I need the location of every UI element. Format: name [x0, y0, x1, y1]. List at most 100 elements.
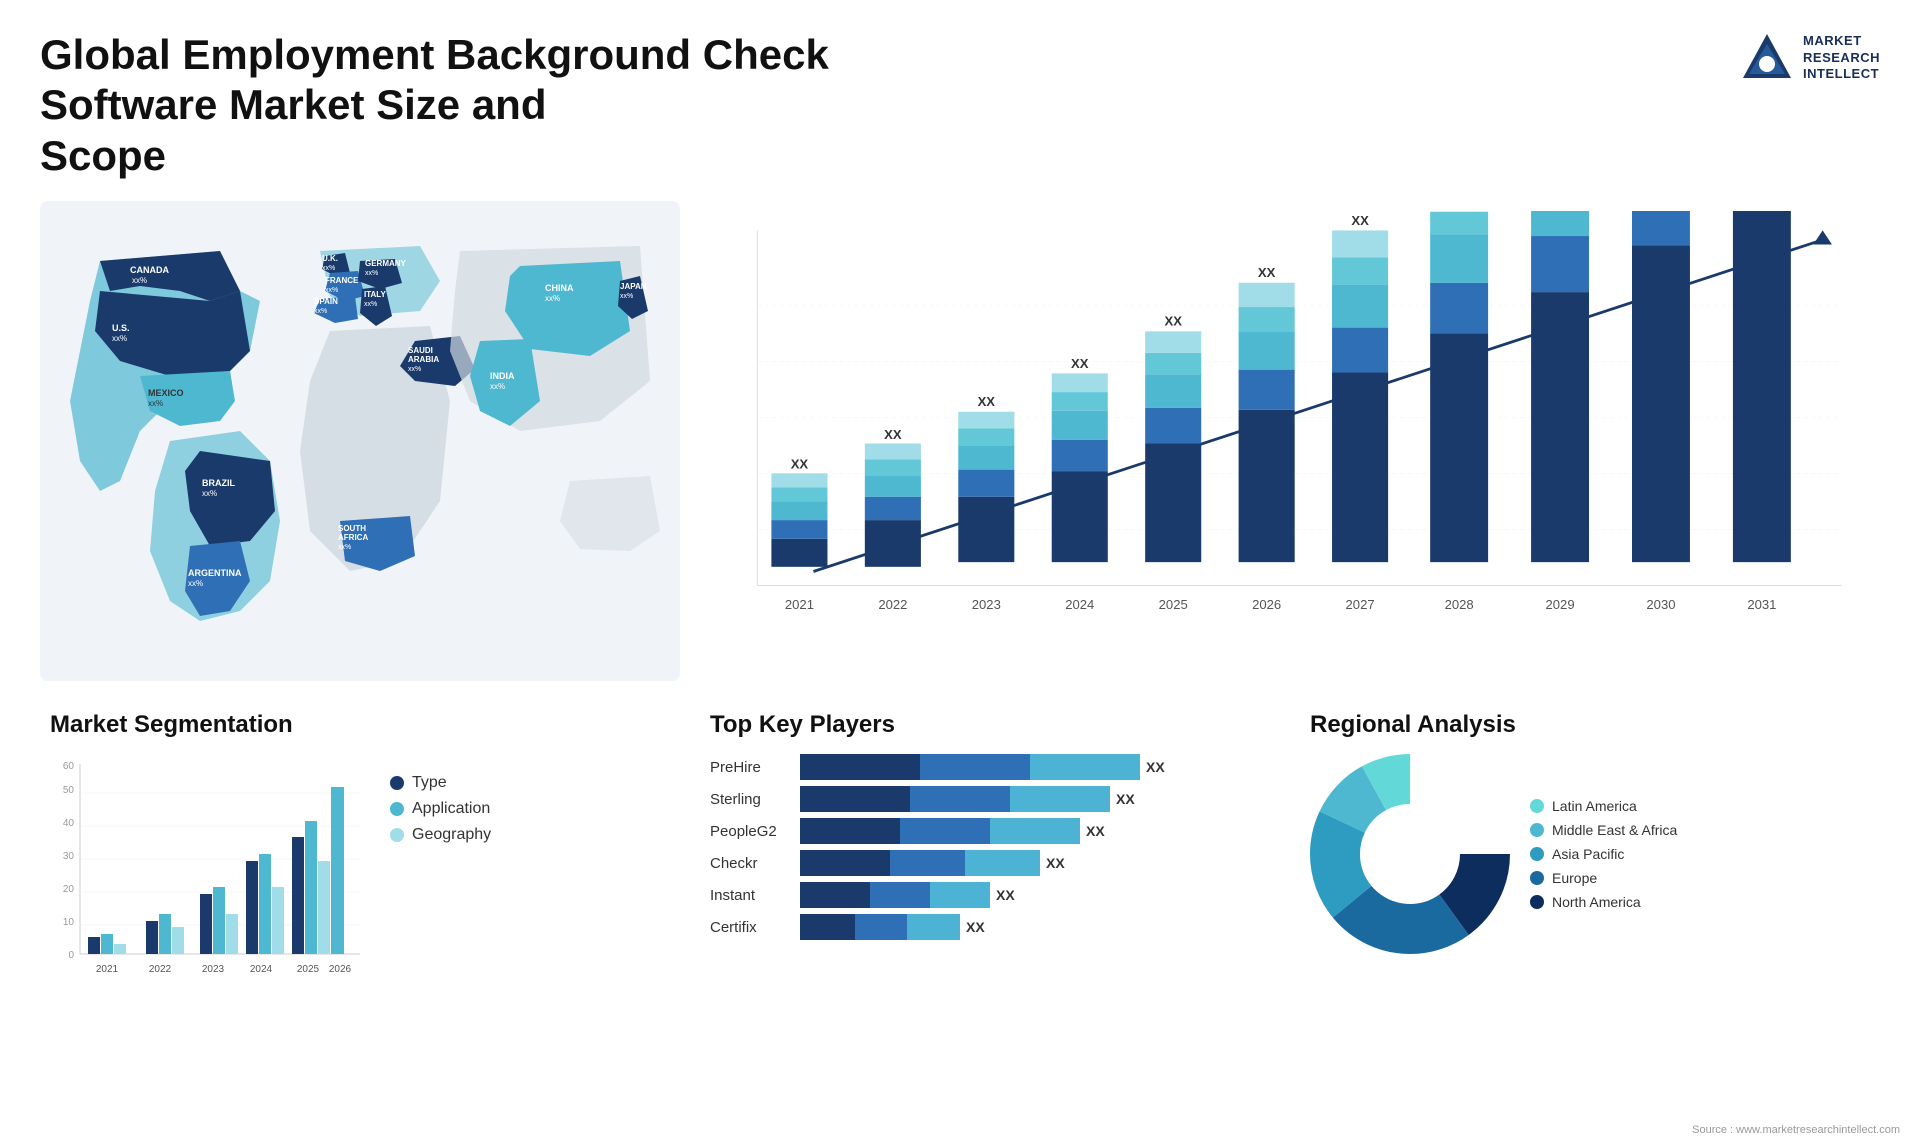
svg-text:30: 30 [63, 851, 75, 862]
player-name-instant: Instant [710, 887, 790, 904]
map-section: CANADA xx% U.S. xx% MEXICO xx% BRAZIL xx… [40, 201, 680, 681]
logo-icon [1739, 30, 1795, 86]
player-row-prehire: PreHire XX [710, 754, 1270, 780]
svg-text:XX: XX [791, 457, 809, 472]
svg-text:XX: XX [1351, 213, 1369, 228]
legend-item-geography: Geography [390, 826, 491, 844]
svg-text:XX: XX [1071, 356, 1089, 371]
svg-text:SAUDI: SAUDI [408, 346, 433, 355]
bottom-row: Market Segmentation 0 10 20 30 40 50 60 [40, 701, 1880, 1004]
player-bar-checkr: XX [800, 850, 1270, 876]
svg-text:2027: 2027 [1346, 597, 1375, 612]
player-row-checkr: Checkr XX [710, 850, 1270, 876]
regional-legend: Latin America Middle East & Africa Asia … [1530, 798, 1677, 910]
svg-text:CANADA: CANADA [130, 265, 169, 275]
europe-label: Europe [1552, 870, 1597, 886]
svg-text:60: 60 [63, 761, 75, 772]
svg-text:CHINA: CHINA [545, 283, 574, 293]
asia-pacific-dot [1530, 847, 1544, 861]
segmentation-chart: 0 10 20 30 40 50 60 [50, 754, 370, 994]
svg-text:SPAIN: SPAIN [314, 297, 338, 306]
svg-text:2025: 2025 [1159, 597, 1188, 612]
svg-text:2024: 2024 [1065, 597, 1094, 612]
svg-text:xx%: xx% [545, 294, 560, 303]
svg-text:xx%: xx% [202, 489, 217, 498]
geography-dot [390, 828, 404, 842]
page-title: Global Employment Background Check Softw… [40, 30, 890, 181]
growth-bar-chart: XX XX XX XX [720, 211, 1860, 661]
legend-latin-america: Latin America [1530, 798, 1677, 814]
application-label: Application [412, 800, 490, 818]
svg-text:MEXICO: MEXICO [148, 388, 184, 398]
page-container: Global Employment Background Check Softw… [0, 0, 1920, 1146]
svg-text:2026: 2026 [1252, 597, 1281, 612]
logo-block: MARKETRESEARCHINTELLECT [1739, 30, 1880, 86]
svg-text:2031: 2031 [1747, 597, 1776, 612]
legend-item-type: Type [390, 774, 491, 792]
svg-text:2023: 2023 [972, 597, 1001, 612]
svg-text:40: 40 [63, 818, 75, 829]
player-name-checkr: Checkr [710, 855, 790, 872]
player-row-sterling: Sterling XX [710, 786, 1270, 812]
svg-text:XX: XX [1258, 265, 1276, 280]
svg-text:0: 0 [68, 950, 74, 961]
source-text: Source : www.marketresearchintellect.com [1692, 1124, 1900, 1136]
application-dot [390, 802, 404, 816]
svg-text:2022: 2022 [878, 597, 907, 612]
header: Global Employment Background Check Softw… [40, 30, 1880, 181]
players-title: Top Key Players [710, 711, 1270, 739]
player-name-peopleg2: PeopleG2 [710, 823, 790, 840]
svg-text:2022: 2022 [149, 964, 172, 975]
player-xx-instant: XX [996, 887, 1015, 903]
svg-text:20: 20 [63, 884, 75, 895]
svg-text:2029: 2029 [1546, 597, 1575, 612]
svg-text:xx%: xx% [188, 579, 203, 588]
segmentation-title: Market Segmentation [50, 711, 670, 739]
svg-text:xx%: xx% [314, 308, 327, 315]
svg-text:50: 50 [63, 785, 75, 796]
player-name-certifix: Certifix [710, 919, 790, 936]
svg-text:2021: 2021 [785, 597, 814, 612]
svg-text:ARGENTINA: ARGENTINA [188, 568, 242, 578]
svg-text:XX: XX [978, 394, 996, 409]
player-xx-peopleg2: XX [1086, 823, 1105, 839]
svg-text:INDIA: INDIA [490, 371, 515, 381]
world-map-svg: CANADA xx% U.S. xx% MEXICO xx% BRAZIL xx… [40, 201, 680, 681]
svg-text:SOUTH: SOUTH [338, 524, 366, 533]
svg-text:xx%: xx% [148, 399, 163, 408]
svg-text:GERMANY: GERMANY [365, 259, 407, 268]
player-xx-sterling: XX [1116, 791, 1135, 807]
logo-text: MARKETRESEARCHINTELLECT [1803, 33, 1880, 84]
logo-inner: MARKETRESEARCHINTELLECT [1739, 30, 1880, 86]
player-name-sterling: Sterling [710, 791, 790, 808]
geography-label: Geography [412, 826, 491, 844]
svg-text:2025: 2025 [297, 964, 320, 975]
svg-text:xx%: xx% [338, 544, 351, 551]
regional-title: Regional Analysis [1310, 711, 1870, 739]
type-label: Type [412, 774, 447, 792]
legend-middle-east: Middle East & Africa [1530, 822, 1677, 838]
svg-text:xx%: xx% [365, 270, 378, 277]
svg-text:xx%: xx% [490, 382, 505, 391]
donut-chart-container [1310, 754, 1510, 954]
svg-text:XX: XX [884, 427, 902, 442]
legend-europe: Europe [1530, 870, 1677, 886]
svg-text:xx%: xx% [112, 334, 127, 343]
player-bar-instant: XX [800, 882, 1270, 908]
bar-chart-section: XX XX XX XX [700, 201, 1880, 681]
svg-text:JAPAN: JAPAN [620, 282, 647, 291]
latin-america-label: Latin America [1552, 798, 1637, 814]
north-america-dot [1530, 895, 1544, 909]
svg-text:xx%: xx% [364, 301, 377, 308]
svg-text:2028: 2028 [1445, 597, 1474, 612]
player-name-prehire: PreHire [710, 759, 790, 776]
player-xx-prehire: XX [1146, 759, 1165, 775]
type-dot [390, 776, 404, 790]
regional-content: Latin America Middle East & Africa Asia … [1310, 754, 1870, 954]
player-xx-checkr: XX [1046, 855, 1065, 871]
svg-text:AFRICA: AFRICA [338, 533, 368, 542]
player-xx-certifix: XX [966, 919, 985, 935]
legend-north-america: North America [1530, 894, 1677, 910]
svg-text:U.S.: U.S. [112, 323, 130, 333]
svg-text:xx%: xx% [132, 276, 147, 285]
